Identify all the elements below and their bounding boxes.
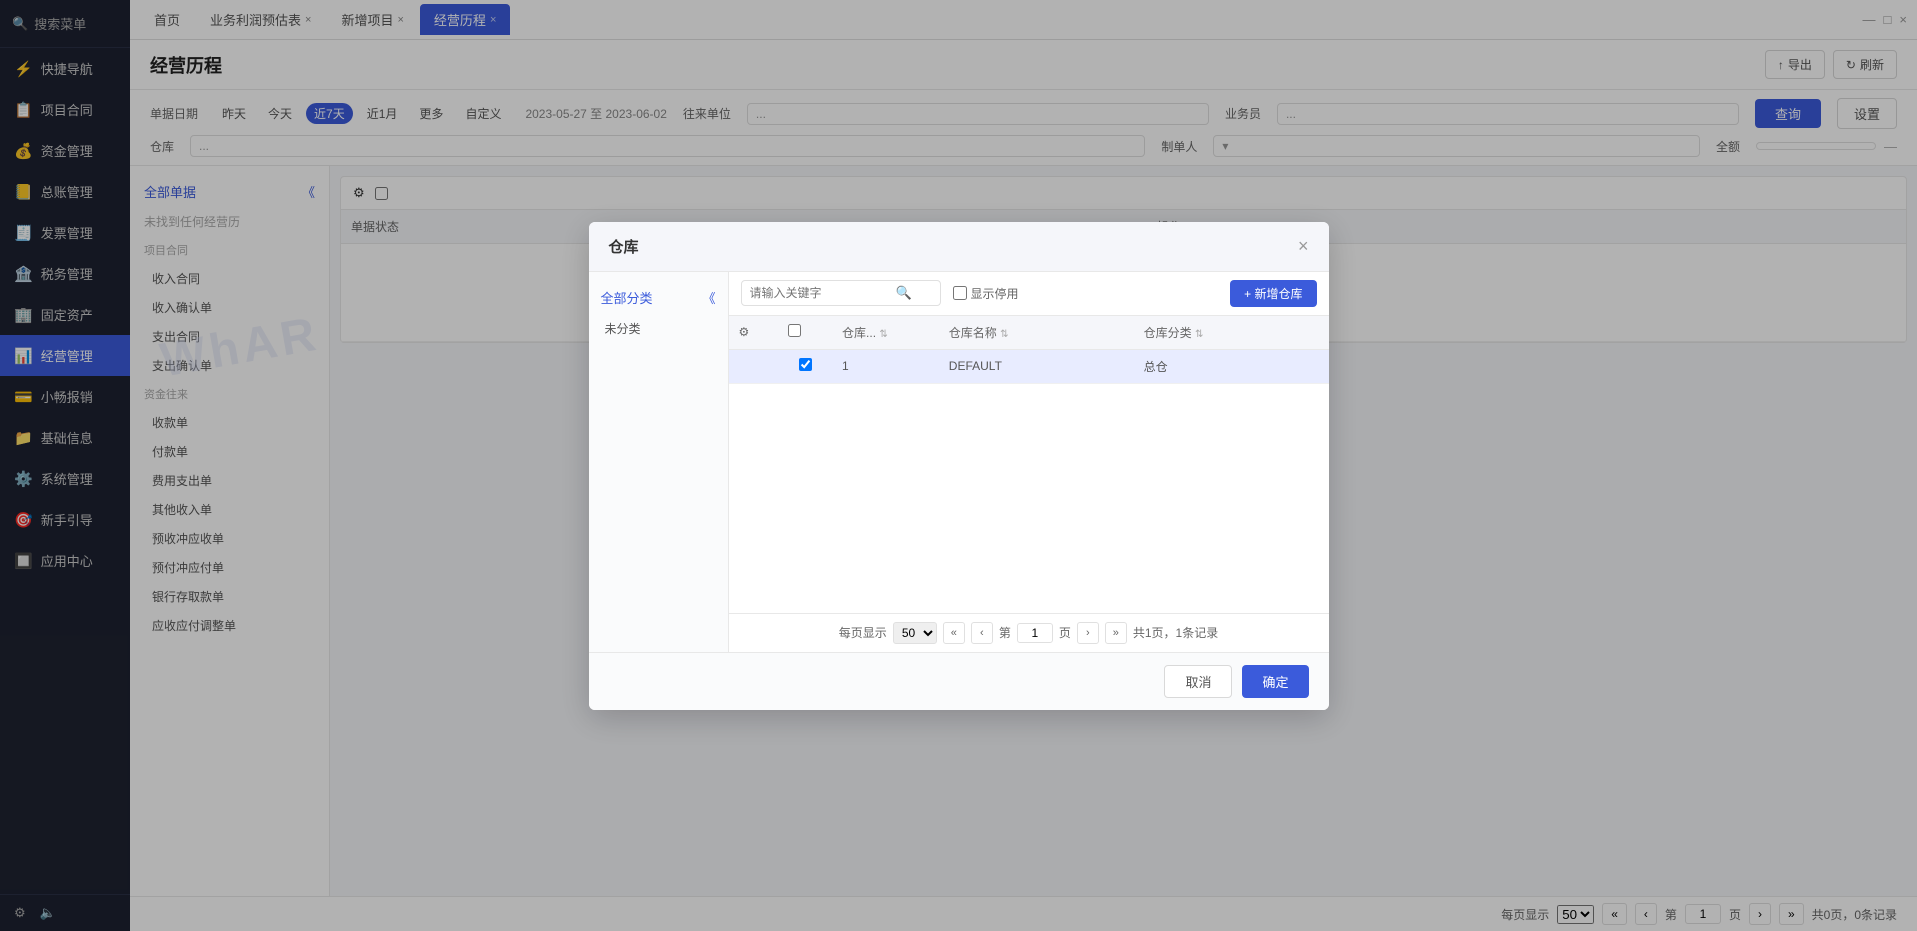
show-disabled-checkbox[interactable] <box>953 286 967 300</box>
modal-search-icon[interactable]: 🔍 <box>896 285 912 301</box>
modal-data-table: ⚙ 仓库... ⇅ 仓库名称 <box>729 316 1329 384</box>
show-disabled-label[interactable]: 显示停用 <box>953 285 1019 302</box>
modal-left-panel: 全部分类 《 未分类 <box>589 272 729 652</box>
modal-right-panel: 🔍 显示停用 + 新增仓库 <box>729 272 1329 652</box>
table-row[interactable]: 1 DEFAULT 总仓 <box>729 349 1329 383</box>
modal-page-input[interactable] <box>1017 623 1053 643</box>
modal-page-unit: 页 <box>1059 624 1071 641</box>
modal-next-page[interactable]: › <box>1077 622 1099 644</box>
modal-total-text: 共1页，1条记录 <box>1133 624 1218 641</box>
cancel-button[interactable]: 取消 <box>1164 665 1232 698</box>
modal-first-page[interactable]: « <box>943 622 965 644</box>
modal-col-check <box>778 316 832 350</box>
modal-header: 仓库 × <box>589 222 1329 272</box>
modal-footer: 取消 确定 <box>589 652 1329 710</box>
confirm-button[interactable]: 确定 <box>1242 665 1308 698</box>
modal-title: 仓库 <box>609 236 639 257</box>
row-check <box>778 349 832 383</box>
row-code: DEFAULT <box>939 349 1134 383</box>
add-warehouse-button[interactable]: + 新增仓库 <box>1230 280 1316 307</box>
modal-pagination: 每页显示 50 « ‹ 第 页 › <box>729 613 1329 652</box>
modal-col-setting-icon: ⚙ <box>739 325 750 339</box>
modal-col-category: 仓库分类 ⇅ <box>1134 316 1329 350</box>
row-name: 总仓 <box>1134 349 1329 383</box>
modal-page-size-select[interactable]: 50 <box>893 622 937 644</box>
modal-page-label: 第 <box>999 624 1011 641</box>
sort-icon-id: ⇅ <box>879 329 887 340</box>
row-setting <box>729 349 779 383</box>
modal-dialog: 仓库 × 全部分类 《 未分类 🔍 <box>589 222 1329 710</box>
modal-collapse-icon[interactable]: 《 <box>702 288 715 307</box>
modal-last-page[interactable]: » <box>1105 622 1127 644</box>
row-checkbox[interactable] <box>799 358 812 371</box>
modal-col-id: 仓库... ⇅ <box>832 316 939 350</box>
modal-body: 全部分类 《 未分类 🔍 显示停用 <box>589 272 1329 652</box>
modal-search-input[interactable] <box>750 286 890 300</box>
modal-search-box[interactable]: 🔍 <box>741 280 941 306</box>
row-id: 1 <box>832 349 939 383</box>
sort-icon-cat: ⇅ <box>1195 329 1203 340</box>
modal-page-size-label: 每页显示 <box>839 624 887 641</box>
modal-table-container: ⚙ 仓库... ⇅ 仓库名称 <box>729 316 1329 613</box>
modal-col-setting[interactable]: ⚙ <box>729 316 779 350</box>
modal-table-header: ⚙ 仓库... ⇅ 仓库名称 <box>729 316 1329 350</box>
modal-prev-page[interactable]: ‹ <box>971 622 993 644</box>
all-category-label: 全部分类 <box>601 288 653 307</box>
modal-uncategorized-item[interactable]: 未分类 <box>589 313 728 344</box>
modal-toolbar-left: 🔍 显示停用 <box>741 280 1019 306</box>
modal-close-button[interactable]: × <box>1298 237 1309 255</box>
modal-category-header[interactable]: 全部分类 《 <box>589 282 728 313</box>
modal-toolbar: 🔍 显示停用 + 新增仓库 <box>729 272 1329 316</box>
sort-icon-name: ⇅ <box>1000 329 1008 340</box>
modal-select-all[interactable] <box>788 324 801 337</box>
modal-overlay[interactable]: 仓库 × 全部分类 《 未分类 🔍 <box>0 0 1917 931</box>
modal-col-name: 仓库名称 ⇅ <box>939 316 1134 350</box>
